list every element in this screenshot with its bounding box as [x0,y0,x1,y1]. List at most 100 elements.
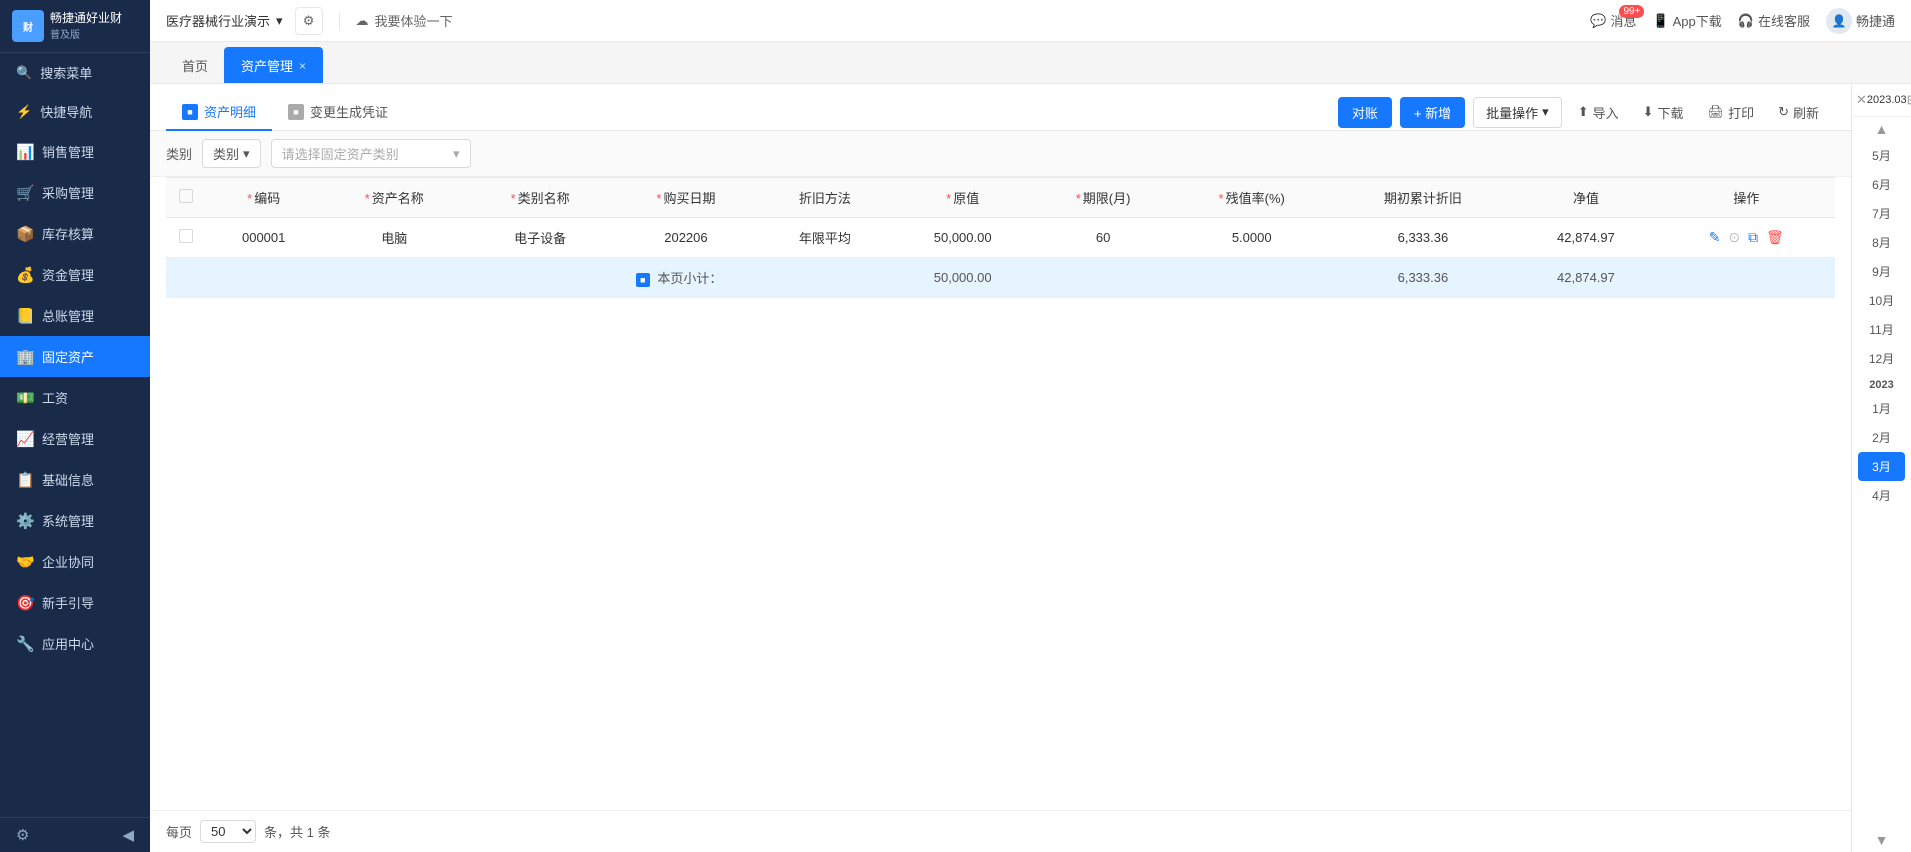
sidebar-item-sales[interactable]: 📊 销售管理 [0,131,150,172]
col-original-value: *原值 [891,178,1034,218]
sidebar-item-label: 资金管理 [42,265,94,284]
fixed-assets-icon: 🏢 [16,348,34,366]
rs-month-5[interactable]: 5月 [1852,141,1911,170]
sidebar-item-ledger[interactable]: 📒 总账管理 [0,295,150,336]
rs-month-2023-4[interactable]: 4月 [1852,481,1911,510]
collapse-icon[interactable]: ◀ [122,826,134,844]
main-area: 医疗器械行业演示 ▾ ⚙ ☁ 我要体验一下 💬 消息 99+ 📱 App下载 🎧… [150,0,1911,852]
rs-year-display: 2023.03 [1867,94,1907,106]
print-label: 打印 [1728,103,1754,122]
online-service-label: 在线客服 [1758,11,1810,30]
rs-month-9[interactable]: 9月 [1852,257,1911,286]
category-dropdown[interactable]: 请选择固定资产类别 ▾ [271,139,471,168]
subtotal-empty-2 [206,258,321,298]
sidebar-item-salary[interactable]: 💵 工资 [0,377,150,418]
experience-button[interactable]: ☁ 我要体验一下 [356,11,453,30]
sidebar-item-operations[interactable]: 📈 经营管理 [0,418,150,459]
tab-close-icon[interactable]: × [299,60,306,72]
view-icon[interactable]: ⊙ [1728,229,1740,246]
sidebar-item-enterprise[interactable]: 🤝 企业协同 [0,541,150,582]
category-type-select[interactable]: 类别 ▾ [202,139,261,168]
content-main: ■ 资产明细 ■ 变更生成凭证 对账 + 新增 批量操作 ▾ ⬆ [150,84,1851,852]
rs-nav-down[interactable]: ▼ [1852,828,1911,852]
copy-icon[interactable]: ⧉ [1748,229,1758,246]
settings-icon[interactable]: ⚙ [16,826,29,844]
col-category: *类别名称 [467,178,613,218]
sidebar-item-system[interactable]: ⚙️ 系统管理 [0,500,150,541]
row-checkbox-cell[interactable] [166,218,206,258]
tab-home[interactable]: 首页 [166,48,224,83]
sidebar-item-search[interactable]: 🔍 搜索菜单 [0,53,150,92]
per-page-select[interactable]: 50 100 200 [200,820,256,843]
user-profile[interactable]: 👤 畅捷通 [1826,8,1895,34]
batch-label: 批量操作 [1486,103,1538,122]
sidebar-item-label: 快捷导航 [40,102,92,121]
sidebar-item-purchase[interactable]: 🛒 采购管理 [0,172,150,213]
refresh-label: 刷新 [1793,103,1819,122]
sidebar-item-basic-info[interactable]: 📋 基础信息 [0,459,150,500]
col-purchase-date-label: 购买日期 [663,191,715,206]
action-icons: ✎ ⊙ ⧉ 🗑 [1666,229,1827,246]
sidebar-item-quick-nav[interactable]: ⚡ 快捷导航 [0,92,150,131]
subtotal-empty-rate [1172,258,1332,298]
rs-month-2023-2[interactable]: 2月 [1852,423,1911,452]
sub-tabs: ■ 资产明细 ■ 变更生成凭证 对账 + 新增 批量操作 ▾ ⬆ [150,84,1851,131]
rs-month-2023-1[interactable]: 1月 [1852,394,1911,423]
rs-nav-up[interactable]: ▲ [1852,117,1911,141]
sidebar-item-funds[interactable]: 💰 资金管理 [0,254,150,295]
sidebar-item-label: 工资 [42,388,68,407]
logo-icon: 财 [12,10,44,42]
sidebar-item-inventory[interactable]: 📦 库存核算 [0,213,150,254]
rs-month-10[interactable]: 10月 [1852,286,1911,315]
right-sidebar-calendar: ✕ 2023.03 ⊞ ▲ 5月 6月 7月 8月 9月 10月 11月 12月… [1851,84,1911,852]
content-area: ■ 资产明细 ■ 变更生成凭证 对账 + 新增 批量操作 ▾ ⬆ [150,84,1911,852]
rs-month-7[interactable]: 7月 [1852,199,1911,228]
import-button[interactable]: ⬆ 导入 [1570,98,1627,127]
print-button[interactable]: 🖨 打印 [1700,98,1763,127]
operations-icon: 📈 [16,430,34,448]
sidebar-item-app-center[interactable]: 🔧 应用中心 [0,623,150,664]
rs-month-11[interactable]: 11月 [1852,315,1911,344]
select-all-header[interactable] [166,178,206,218]
subtotal-net-value: 42,874.97 [1514,258,1657,298]
dropdown-icon: ▾ [453,146,460,162]
sidebar-item-fixed-assets[interactable]: 🏢 固定资产 [0,336,150,377]
rs-month-8[interactable]: 8月 [1852,228,1911,257]
asset-table: *编码 *资产名称 *类别名称 *购买日期 折旧方法 *原值 *期限(月) *残… [166,177,1835,298]
rs-expand-icon[interactable]: ⊞ [1907,92,1911,108]
service-icon: 🎧 [1738,13,1754,29]
sub-tab-voucher-change[interactable]: ■ 变更生成凭证 [272,94,404,131]
app-download-button[interactable]: 📱 App下载 [1652,11,1721,30]
settings-button[interactable]: ⚙ [295,7,323,35]
download-icon: 📱 [1652,13,1668,29]
app-center-icon: 🔧 [16,635,34,653]
rs-month-6[interactable]: 6月 [1852,170,1911,199]
sub-tab-label: 变更生成凭证 [310,102,388,121]
message-button[interactable]: 💬 消息 99+ [1590,11,1636,30]
rs-close-icon[interactable]: ✕ [1856,92,1867,108]
reconcile-button[interactable]: 对账 [1338,97,1392,128]
delete-icon[interactable]: 🗑 [1766,229,1784,246]
rs-month-2023-3-current[interactable]: 3月 [1858,452,1905,481]
sidebar-item-guide[interactable]: 🎯 新手引导 [0,582,150,623]
batch-button[interactable]: 批量操作 ▾ [1473,97,1562,128]
company-selector[interactable]: 医疗器械行业演示 ▾ [166,11,283,30]
cell-residual-rate: 5.0000 [1172,218,1332,258]
tab-label: 资产管理 [241,56,293,75]
refresh-button[interactable]: ↻ 刷新 [1770,98,1827,127]
page-tabs: 首页 资产管理 × [150,42,1911,84]
asset-table-wrapper[interactable]: *编码 *资产名称 *类别名称 *购买日期 折旧方法 *原值 *期限(月) *残… [150,177,1851,810]
basic-info-icon: 📋 [16,471,34,489]
row-checkbox[interactable] [179,229,193,243]
tab-asset-management[interactable]: 资产管理 × [224,47,323,83]
edit-icon[interactable]: ✎ [1709,229,1721,246]
download-button[interactable]: ⬇ 下载 [1635,98,1692,127]
sub-tab-asset-detail[interactable]: ■ 资产明细 [166,94,272,131]
online-service-button[interactable]: 🎧 在线客服 [1738,11,1810,30]
new-button[interactable]: + 新增 [1400,97,1465,128]
sidebar-item-label: 采购管理 [42,183,94,202]
rs-month-12[interactable]: 12月 [1852,344,1911,373]
company-name: 医疗器械行业演示 [166,11,270,30]
select-all-checkbox[interactable] [179,189,193,203]
filter-bar: 类别 类别 ▾ 请选择固定资产类别 ▾ [150,131,1851,177]
